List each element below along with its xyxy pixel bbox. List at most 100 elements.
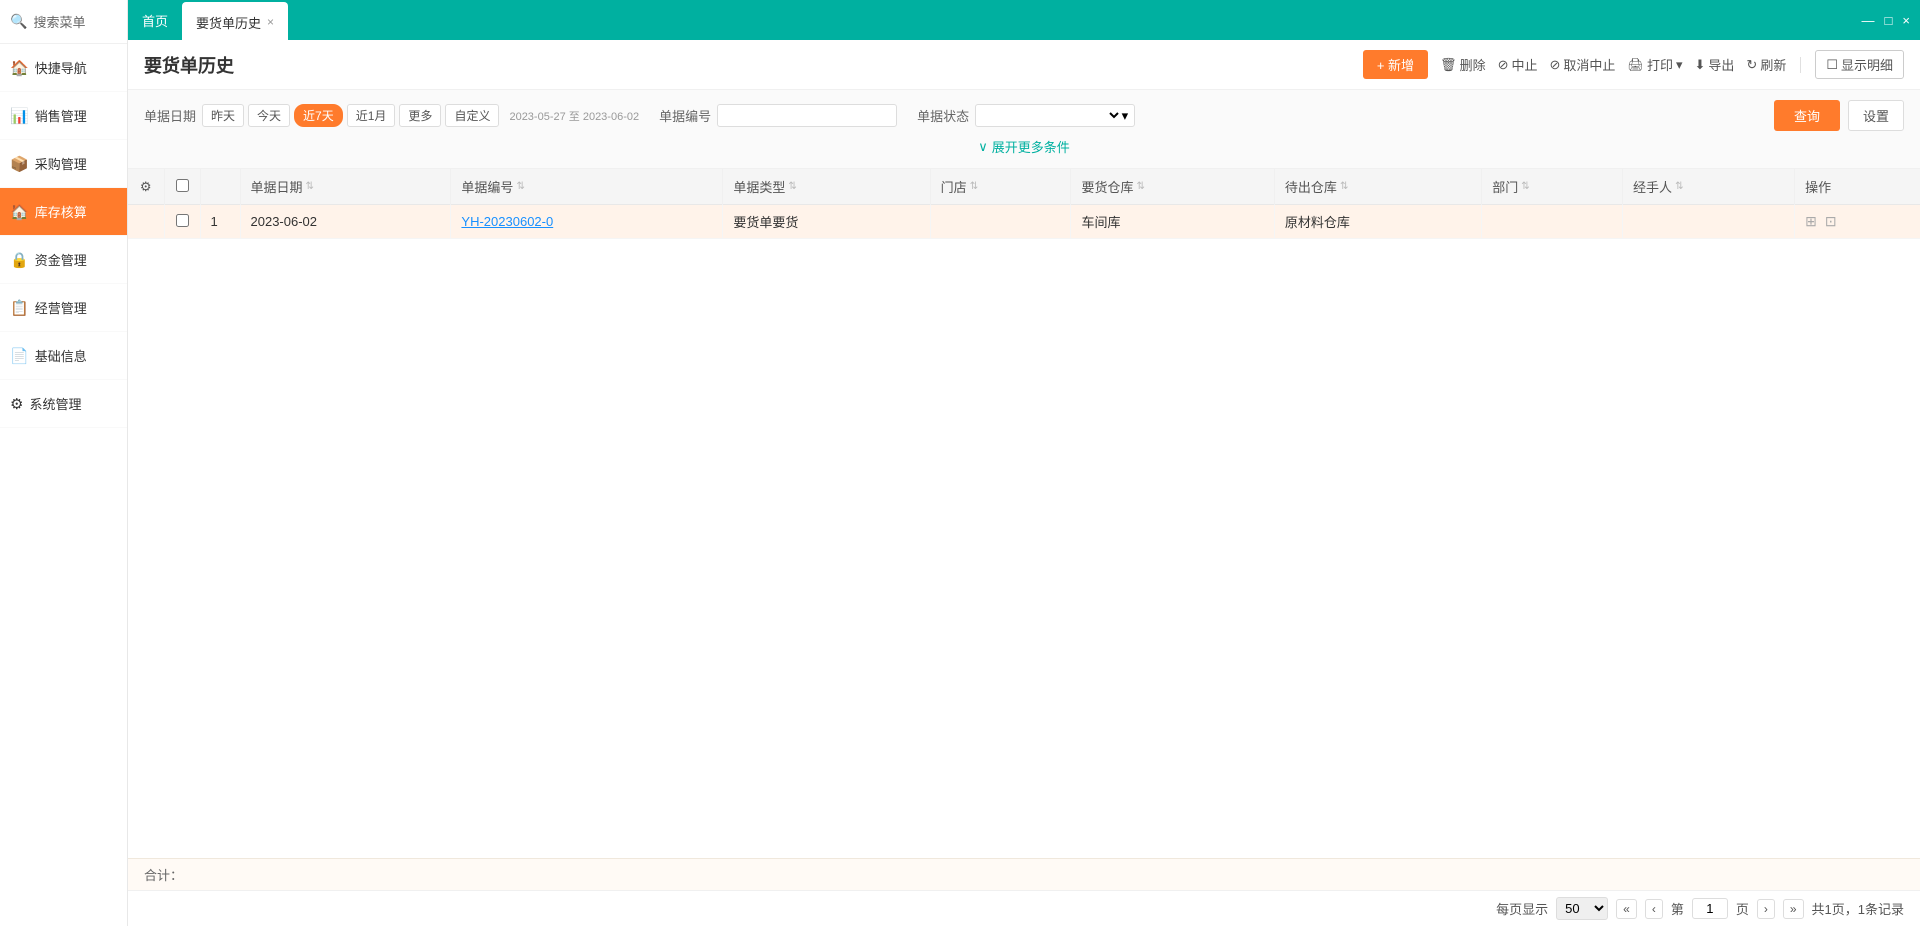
stop-button[interactable]: ⊘ 中止 [1498,55,1538,74]
tab-active-label: 要货单历史 [196,13,261,32]
row-checkbox[interactable] [176,214,189,227]
select-all-checkbox[interactable] [176,179,189,192]
sidebar-item-label: 经营管理 [35,298,87,317]
td-doc-type: 要货单要货 [723,205,930,239]
date-btn-more[interactable]: 更多 [399,104,441,127]
page-area: 要货单历史 + 新增 🗑 删除 ⊘ 中止 ⊘ 取消中止 🖨 [128,40,1920,926]
first-page-button[interactable]: « [1616,899,1637,919]
page-number-input[interactable] [1692,898,1728,919]
window-close-icon[interactable]: × [1902,13,1910,28]
cancel-stop-button-label: 取消中止 [1563,55,1615,74]
date-btn-yesterday[interactable]: 昨天 [202,104,244,127]
total-label: 合计： [144,865,183,884]
sidebar-item-inventory[interactable]: 🏠 库存核算 [0,188,127,236]
last-page-button[interactable]: » [1783,899,1804,919]
sidebar-item-purchase-mgmt[interactable]: 📦 采购管理 [0,140,127,188]
export-icon: ⬇ [1694,57,1705,73]
th-dept[interactable]: 部门 ⇅ [1482,169,1623,205]
home-icon: 🏠 [10,59,29,77]
sidebar-item-operations-mgmt[interactable]: 📋 经营管理 [0,284,127,332]
tab-close-icon[interactable]: × [267,15,274,29]
page-size-select[interactable]: 20 50 100 [1556,897,1608,920]
sort-dept[interactable]: 部门 ⇅ [1492,177,1612,196]
sort-icon-doc-date: ⇅ [306,181,314,192]
table-header-row: ⚙ 单据日期 ⇅ 单据编号 [128,169,1920,205]
doc-no-input[interactable] [717,104,897,127]
sort-icon-handler: ⇅ [1675,181,1683,192]
expand-button[interactable]: ∨ 展开更多条件 [978,137,1070,156]
tab-home[interactable]: 首页 [128,0,182,40]
print-button[interactable]: 🖨 打印 ▾ [1627,55,1682,74]
display-detail-button[interactable]: ☐ 显示明细 [1815,50,1904,79]
jump-label: 第 [1671,899,1684,918]
display-detail-checkbox[interactable]: ☐ [1826,57,1838,73]
table-row: 1 2023-06-02 YH-20230602-0 要货单要货 车间库 原材料… [128,205,1920,239]
new-button[interactable]: + 新增 [1363,50,1428,79]
sidebar: 🔍 搜索菜单 🏠 快捷导航 📊 销售管理 📦 采购管理 🏠 库存核算 🔒 资金管… [0,0,128,926]
sidebar-item-system-mgmt[interactable]: ⚙ 系统管理 [0,380,127,428]
date-filter-group: 单据日期 昨天 今天 近7天 近1月 更多 自定义 2023-05-27 至 2… [144,104,639,127]
toolbar: + 新增 🗑 删除 ⊘ 中止 ⊘ 取消中止 🖨 打印 ▾ [1363,50,1904,79]
sort-doc-type[interactable]: 单据类型 ⇅ [733,177,919,196]
sort-doc-no[interactable]: 单据编号 ⇅ [461,177,712,196]
prev-page-button[interactable]: ‹ [1645,899,1663,919]
view-icon[interactable]: ⊞ [1805,213,1817,230]
status-filter-group: 单据状态 ▾ [917,104,1135,127]
expand-icon: ∨ [978,139,988,155]
tab-active[interactable]: 要货单历史 × [182,2,288,42]
page-label: 页 [1736,899,1749,918]
data-table: ⚙ 单据日期 ⇅ 单据编号 [128,169,1920,239]
sidebar-item-finance-mgmt[interactable]: 🔒 资金管理 [0,236,127,284]
more-icon[interactable]: ⊡ [1825,213,1837,230]
window-maximize-icon[interactable]: □ [1885,13,1893,28]
sidebar-item-label: 快捷导航 [35,58,87,77]
sort-icon-pending-warehouse: ⇅ [1340,181,1348,192]
sort-req-warehouse[interactable]: 要货仓库 ⇅ [1081,177,1263,196]
delete-button[interactable]: 🗑 删除 [1440,55,1486,74]
date-btn-today[interactable]: 今天 [248,104,290,127]
export-button[interactable]: ⬇ 导出 [1694,55,1734,74]
window-minimize-icon[interactable]: — [1862,13,1875,28]
sort-store[interactable]: 门店 ⇅ [941,177,1061,196]
refresh-icon: ↻ [1746,57,1757,73]
td-ops: ⊞ ⊡ [1795,205,1920,239]
td-pending-warehouse: 原材料仓库 [1274,205,1481,239]
sidebar-item-base-info[interactable]: 📄 基础信息 [0,332,127,380]
td-handler [1623,205,1795,239]
doc-no-link[interactable]: YH-20230602-0 [461,214,553,229]
sidebar-item-label: 库存核算 [35,202,87,221]
td-store [930,205,1071,239]
th-pending-warehouse[interactable]: 待出仓库 ⇅ [1274,169,1481,205]
th-doc-no[interactable]: 单据编号 ⇅ [451,169,723,205]
th-req-warehouse[interactable]: 要货仓库 ⇅ [1071,169,1274,205]
new-button-label: + 新增 [1377,55,1414,74]
delete-button-label: 删除 [1460,55,1486,74]
th-store[interactable]: 门店 ⇅ [930,169,1071,205]
query-button[interactable]: 查询 [1774,100,1840,131]
th-doc-type[interactable]: 单据类型 ⇅ [723,169,930,205]
expand-label: 展开更多条件 [992,137,1070,156]
sort-doc-date[interactable]: 单据日期 ⇅ [251,177,441,196]
next-page-button[interactable]: › [1757,899,1775,919]
th-dept-label: 部门 [1492,177,1518,196]
sort-icon-store: ⇅ [970,181,978,192]
refresh-button[interactable]: ↻ 刷新 [1746,55,1786,74]
date-btn-custom[interactable]: 自定义 [445,104,499,127]
refresh-button-label: 刷新 [1760,55,1786,74]
sidebar-search[interactable]: 🔍 搜索菜单 [0,0,127,44]
date-btn-1month[interactable]: 近1月 [347,104,396,127]
status-select[interactable] [982,107,1121,124]
print-dropdown-icon: ▾ [1676,57,1683,73]
th-settings[interactable]: ⚙ [128,169,164,205]
sort-pending-warehouse[interactable]: 待出仓库 ⇅ [1285,177,1471,196]
date-btn-7days[interactable]: 近7天 [294,104,343,127]
cancel-stop-button[interactable]: ⊘ 取消中止 [1550,55,1616,74]
td-req-warehouse: 车间库 [1071,205,1274,239]
sort-handler[interactable]: 经手人 ⇅ [1633,177,1784,196]
th-doc-date[interactable]: 单据日期 ⇅ [240,169,451,205]
sidebar-item-quick-nav[interactable]: 🏠 快捷导航 [0,44,127,92]
th-handler[interactable]: 经手人 ⇅ [1623,169,1795,205]
doc-no-filter-label: 单据编号 [659,106,711,125]
sidebar-item-sales-mgmt[interactable]: 📊 销售管理 [0,92,127,140]
settings-button[interactable]: 设置 [1848,100,1904,131]
